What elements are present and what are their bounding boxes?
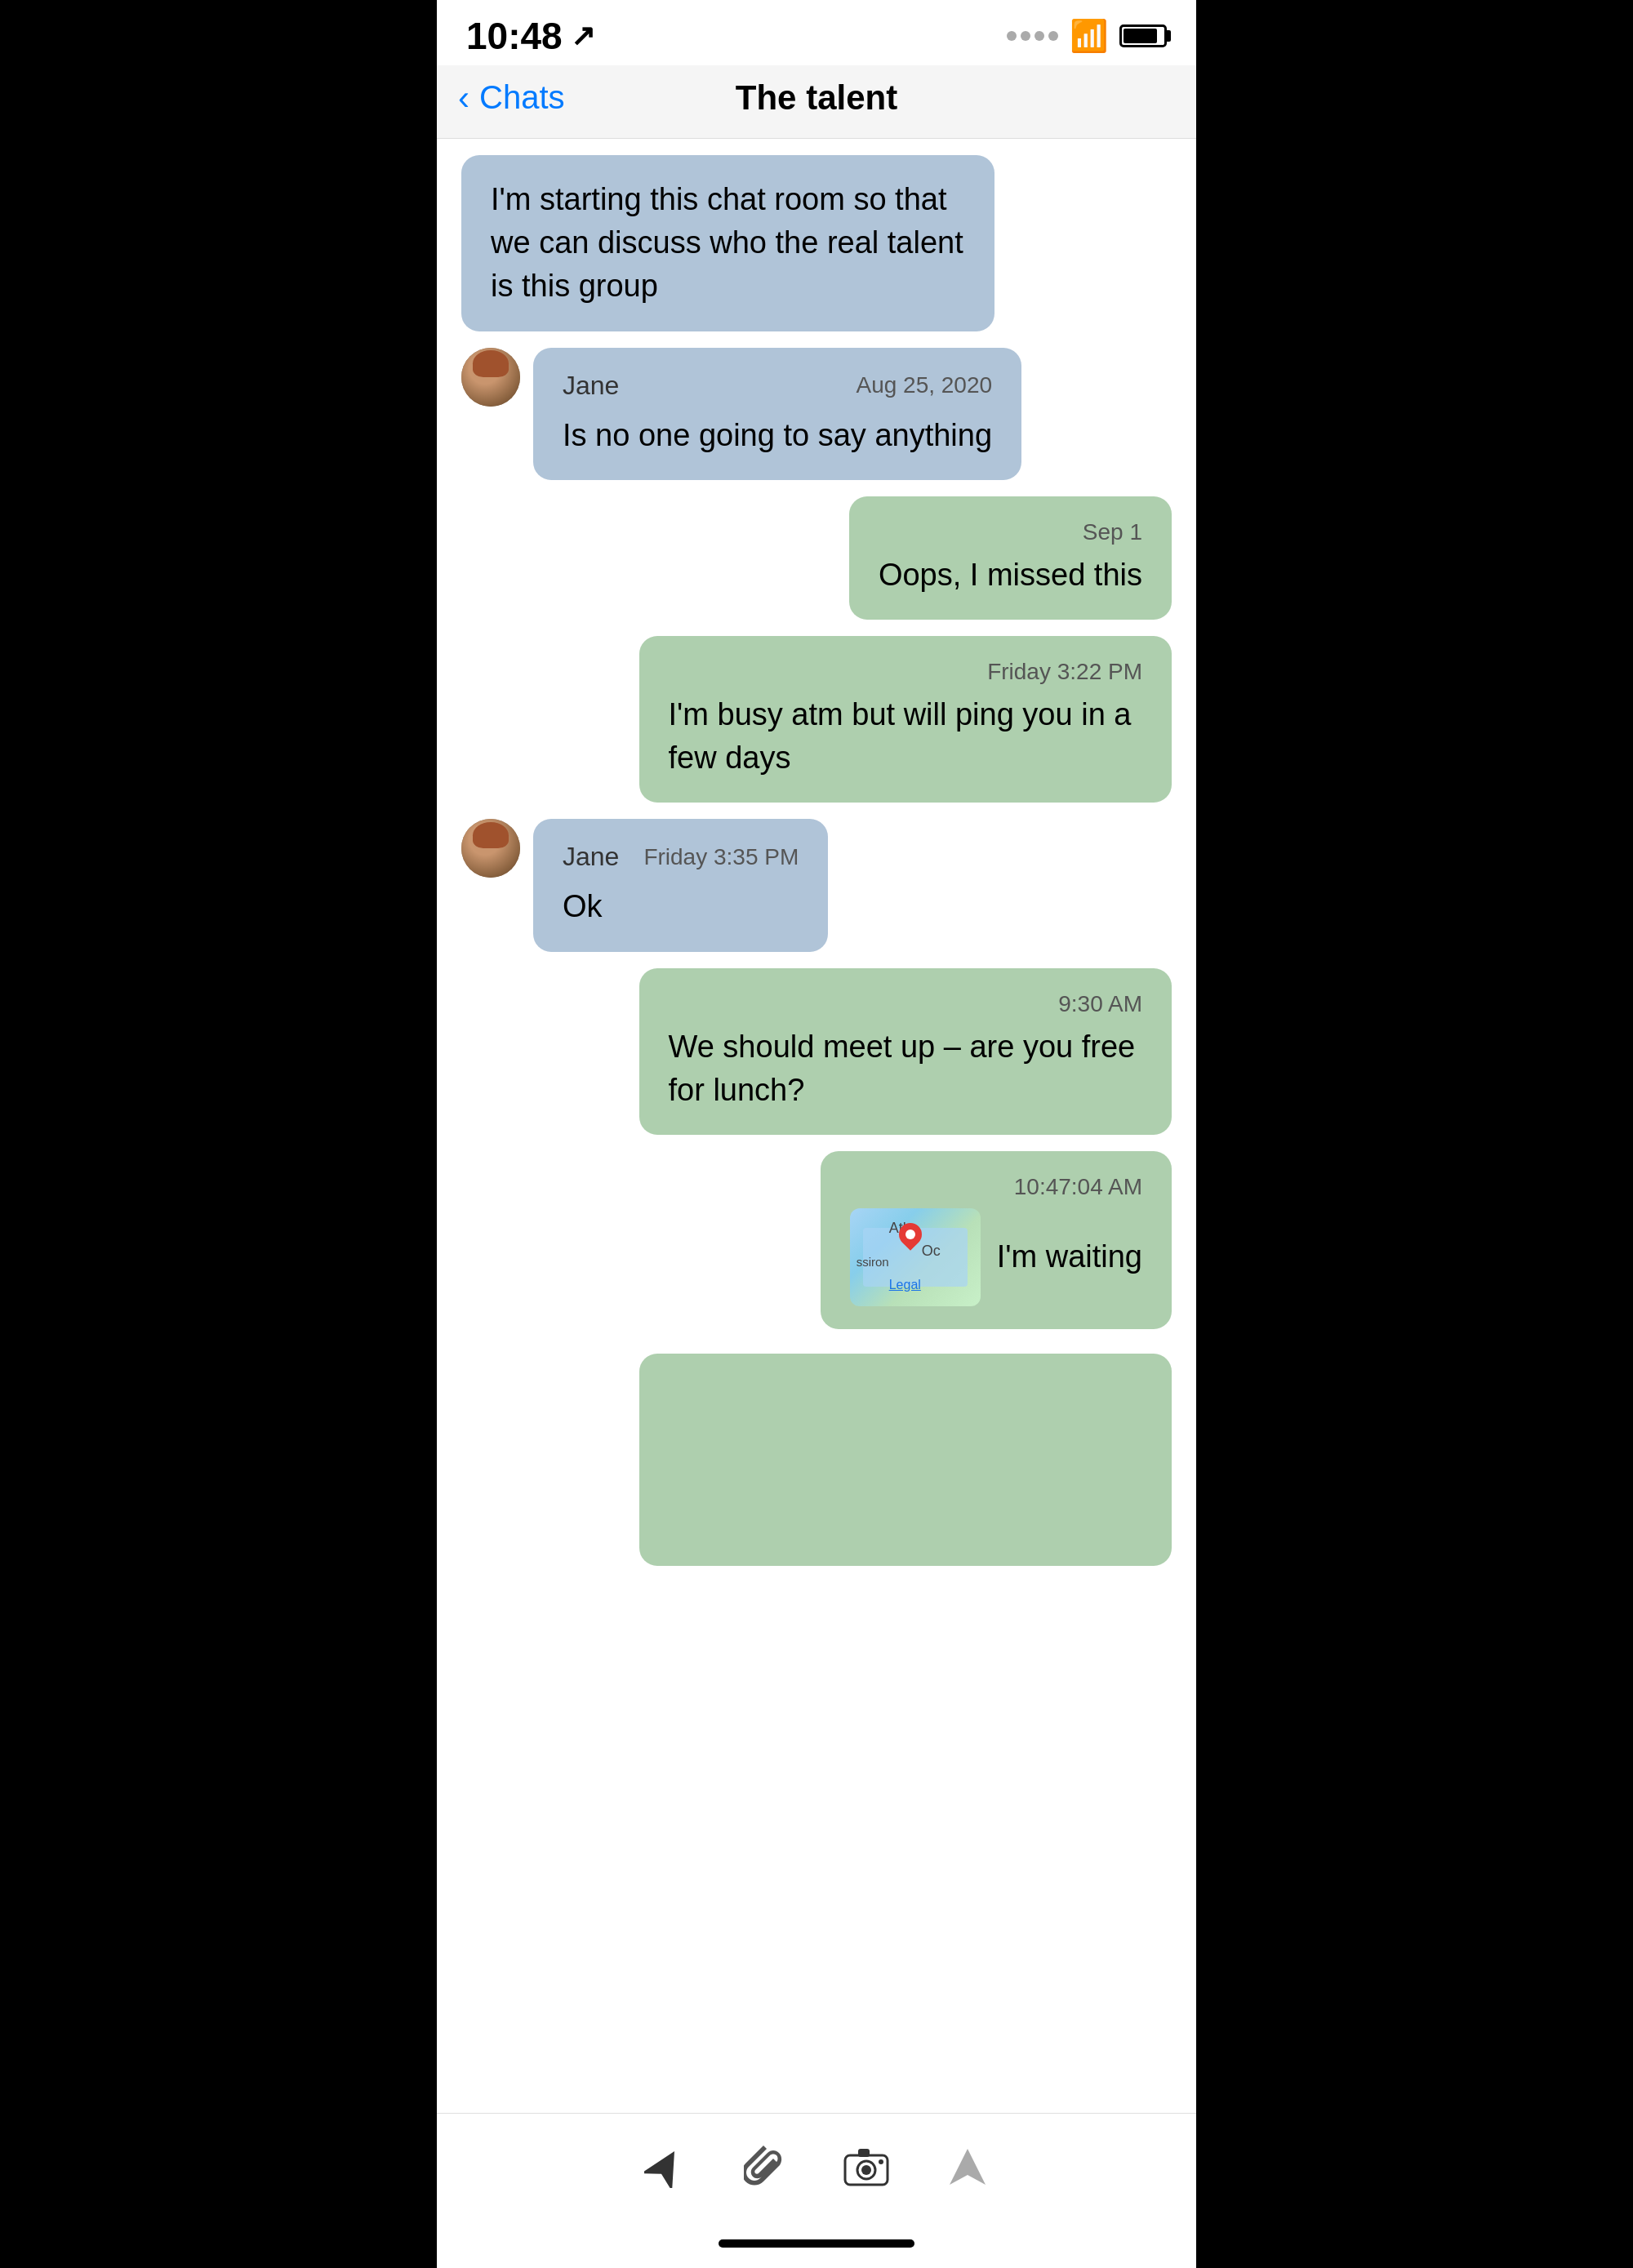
draft-bubble: [639, 1354, 1172, 1566]
message-bubble: Jane Friday 3:35 PM Ok: [533, 819, 828, 951]
messages-area: I'm starting this chat room so that we c…: [437, 139, 1196, 2113]
screen: 10:48 ↗ 📶 ‹ Chats T: [437, 0, 1196, 2268]
bubble-header: Jane Aug 25, 2020: [563, 371, 992, 401]
avatar-image: [461, 348, 520, 407]
home-bar: [719, 2239, 914, 2248]
svg-point-5: [879, 2159, 883, 2164]
message-text: I'm starting this chat room so that we c…: [491, 178, 965, 309]
bubble-header: Jane Friday 3:35 PM: [563, 842, 799, 872]
message-text: We should meet up – are you free for lun…: [669, 1025, 1143, 1112]
message-time: Sep 1: [879, 519, 1142, 545]
back-button[interactable]: ‹ Chats: [458, 78, 565, 118]
map-label-legal: Legal: [889, 1278, 921, 1292]
sender-name: Jane: [563, 842, 619, 872]
svg-rect-4: [858, 2149, 870, 2157]
message-row: Jane Friday 3:35 PM Ok: [461, 819, 828, 951]
phone-frame: 10:48 ↗ 📶 ‹ Chats T: [0, 0, 1633, 2268]
back-label[interactable]: Chats: [479, 79, 565, 116]
location-arrow-icon: ↗: [571, 19, 595, 53]
svg-marker-0: [644, 2146, 687, 2188]
chat-title: The talent: [736, 78, 897, 118]
map-label-siron: ssiron: [857, 1255, 889, 1269]
message-text: I'm busy atm but will ping you in a few …: [669, 693, 1143, 780]
time-display: 10:48: [466, 14, 563, 58]
back-chevron-icon: ‹: [458, 78, 469, 118]
nav-bar: ‹ Chats The talent: [437, 65, 1196, 139]
avatar: [461, 348, 520, 407]
message-text: Is no one going to say anything: [563, 414, 992, 457]
message-bubble: I'm starting this chat room so that we c…: [461, 155, 994, 331]
avatar: [461, 819, 520, 878]
message-time: 9:30 AM: [669, 991, 1143, 1017]
message-row: Jane Aug 25, 2020 Is no one going to say…: [461, 348, 1021, 480]
signal-icon: [1007, 31, 1058, 41]
message-bubble: 10:47:04 AM Atl Oc ssiron Legal I'm wait…: [821, 1151, 1172, 1329]
avatar-image: [461, 819, 520, 878]
attach-button[interactable]: [744, 2146, 786, 2188]
svg-marker-6: [950, 2149, 986, 2185]
svg-point-3: [861, 2165, 871, 2175]
message-time: Friday 3:22 PM: [669, 659, 1143, 685]
location-button[interactable]: [644, 2146, 687, 2188]
message-text: Oops, I missed this: [879, 554, 1142, 597]
map-label-oc: Oc: [922, 1243, 941, 1260]
message-bubble: Friday 3:22 PM I'm busy atm but will pin…: [639, 636, 1172, 803]
message-bubble: Sep 1 Oops, I missed this: [849, 496, 1172, 620]
message-time: Aug 25, 2020: [856, 372, 992, 398]
message-text: Ok: [563, 885, 799, 928]
message-time: Friday 3:35 PM: [643, 844, 799, 870]
message-bubble: Jane Aug 25, 2020 Is no one going to say…: [533, 348, 1021, 480]
sender-name: Jane: [563, 371, 619, 401]
message-bubble: 9:30 AM We should meet up – are you free…: [639, 968, 1172, 1135]
camera-button[interactable]: [843, 2146, 889, 2188]
message-text: I'm waiting: [997, 1235, 1142, 1279]
map-preview[interactable]: Atl Oc ssiron Legal: [850, 1208, 981, 1306]
battery-icon: [1119, 24, 1167, 47]
wifi-icon: 📶: [1070, 18, 1108, 54]
status-icons: 📶: [1007, 18, 1167, 54]
input-toolbar: [437, 2113, 1196, 2219]
home-indicator: [437, 2219, 1196, 2268]
status-bar: 10:48 ↗ 📶: [437, 0, 1196, 65]
map-message-content: Atl Oc ssiron Legal I'm waiting: [850, 1208, 1142, 1306]
send-button[interactable]: [946, 2146, 989, 2188]
message-time: 10:47:04 AM: [850, 1174, 1142, 1200]
status-time: 10:48 ↗: [466, 14, 595, 58]
